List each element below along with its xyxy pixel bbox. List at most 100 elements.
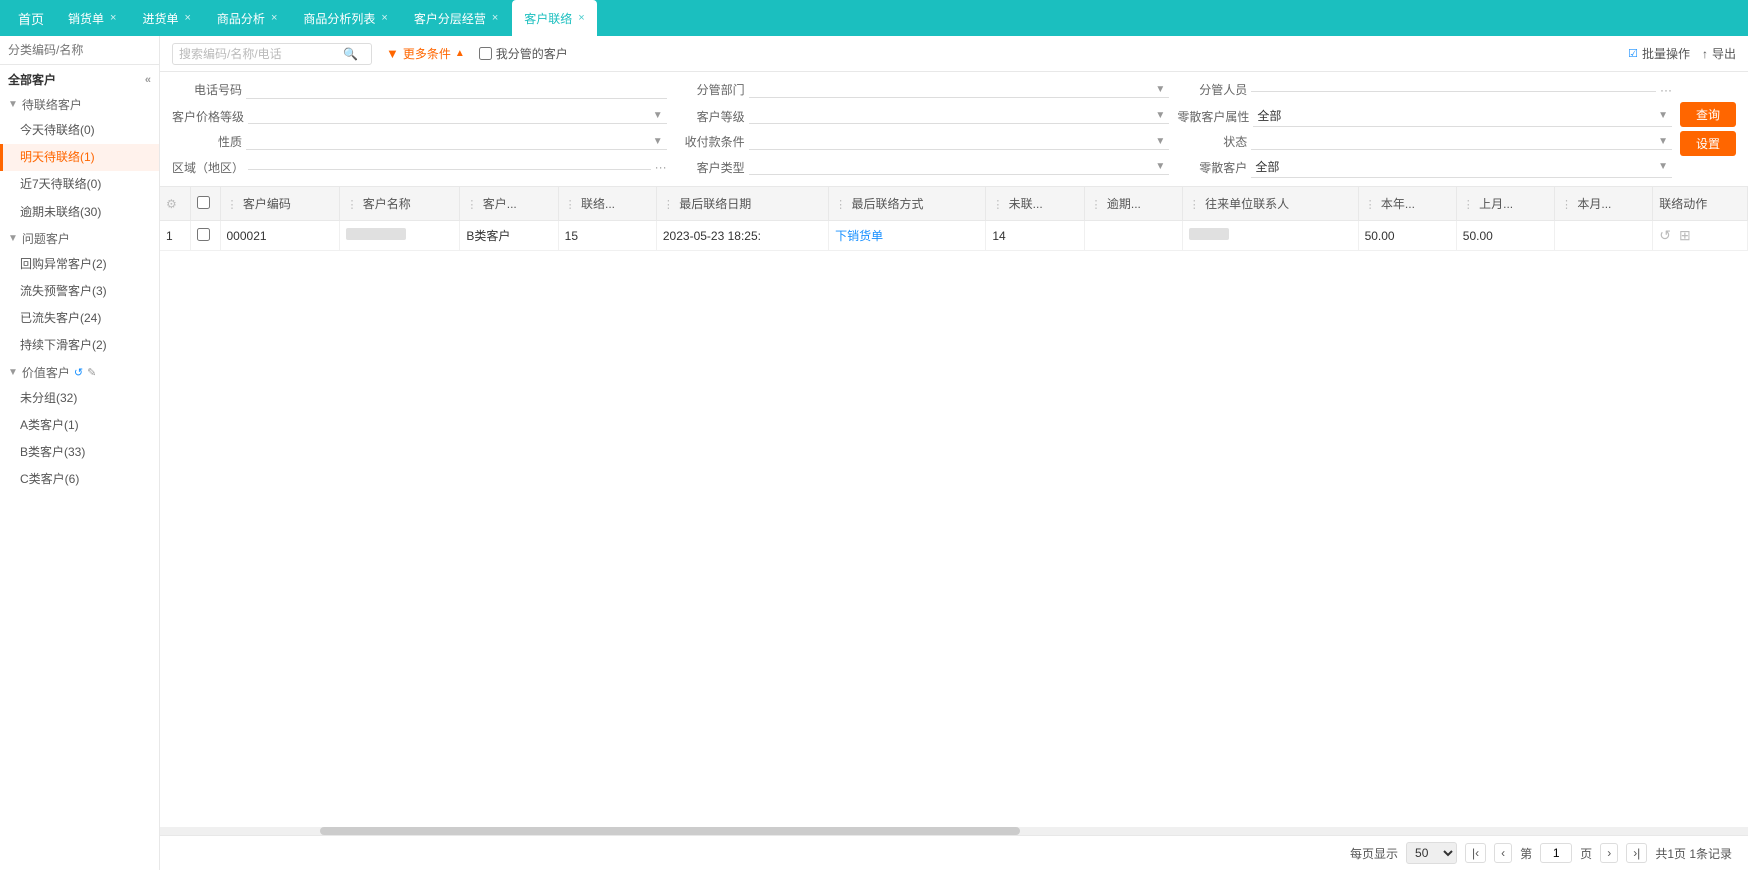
filter-label-price-level: 客户价格等级 <box>172 108 244 125</box>
filter-cell-status: 状态 ▼ <box>1177 133 1672 150</box>
filter-select-dept[interactable]: ▼ <box>749 82 1170 98</box>
content-area: 🔍 ▼ 更多条件 ▲ 我分管的客户 ☑ 批量操作 ↑ 导出 <box>160 36 1748 870</box>
sidebar-item-overdue[interactable]: 逾期未联络(30) <box>0 199 159 226</box>
table-row: 1 000021 B类客户 15 2023-05-23 18:25: 下销货单 <box>160 221 1748 251</box>
sidebar-item-tomorrow[interactable]: 明天待联络(1) <box>0 144 159 171</box>
sidebar-item-churned[interactable]: 已流失客户(24) <box>0 305 159 332</box>
filter-select-status[interactable]: ▼ <box>1251 134 1672 150</box>
col-overdue: ⋮ 逾期... <box>1084 187 1182 221</box>
close-icon[interactable]: × <box>184 12 190 24</box>
footer: 每页显示 50 100 200 |‹ ‹ 第 页 › ›| 共1页 1条记录 <box>160 835 1748 870</box>
my-customers-checkbox[interactable] <box>479 47 492 60</box>
last-method-link[interactable]: 下销货单 <box>835 229 883 243</box>
first-page-btn[interactable]: |‹ <box>1465 843 1486 863</box>
person-masked <box>1189 228 1229 240</box>
sidebar-item-a-class[interactable]: A类客户(1) <box>0 412 159 439</box>
nav-item-0[interactable]: 销货单 × <box>56 0 128 36</box>
filter-cell-region: 区域（地区） ··· <box>172 159 667 176</box>
filter-label-retail-attr: 零散客户属性 <box>1177 108 1249 125</box>
filter-label-payment: 收付款条件 <box>675 133 745 150</box>
nav-item-4[interactable]: 客户分层经营 × <box>402 0 510 36</box>
select-all-checkbox[interactable] <box>197 196 210 209</box>
last-page-btn[interactable]: ›| <box>1626 843 1647 863</box>
filter-select-nature[interactable]: ▼ <box>246 134 667 150</box>
page-number-input[interactable] <box>1540 843 1572 863</box>
close-icon[interactable]: × <box>492 12 498 24</box>
page-label: 第 <box>1520 845 1532 862</box>
col-this-month: ⋮ 本月... <box>1555 187 1653 221</box>
sidebar-item-churn-warning[interactable]: 流失预警客户(3) <box>0 278 159 305</box>
filter-label-phone: 电话号码 <box>172 81 242 98</box>
filter-panel: 电话号码 分管部门 ▼ 分管人员 <box>160 72 1748 187</box>
cell-action: ↺ ⊞ <box>1653 221 1748 251</box>
group-header-1[interactable]: ▼ 问题客户 <box>0 226 159 251</box>
filter-select-customer-level[interactable]: ▼ <box>749 108 1170 124</box>
main-layout: 🔍 全部客户 « ▼ 待联络客户 今天待联络(0) 明天待联络(1) 近7天待联… <box>0 36 1748 870</box>
sidebar-item-c-class[interactable]: C类客户(6) <box>0 466 159 493</box>
filter-label-dept: 分管部门 <box>675 81 745 98</box>
all-customers-title[interactable]: 全部客户 « <box>0 65 159 92</box>
sidebar-item-today[interactable]: 今天待联络(0) <box>0 117 159 144</box>
scrollbar-thumb[interactable] <box>320 827 1020 835</box>
col-settings: ⚙ <box>160 187 190 221</box>
close-icon[interactable]: × <box>381 12 387 24</box>
action-icons: ↺ ⊞ <box>1659 227 1741 244</box>
close-icon[interactable]: × <box>110 12 116 24</box>
toolbar-search-input[interactable] <box>179 47 339 61</box>
sidebar-item-7days[interactable]: 近7天待联络(0) <box>0 171 159 198</box>
group-header-2[interactable]: ▼ 价值客户 ↺ ✎ <box>0 360 159 385</box>
refresh-icon[interactable]: ↺ <box>74 366 83 379</box>
filter-select-cust-type[interactable]: ▼ <box>749 159 1170 175</box>
action-icon-1[interactable]: ↺ <box>1659 227 1671 244</box>
chevron-icon: ▲ <box>455 48 465 59</box>
filter-icon: ▼ <box>386 46 399 61</box>
filter-more-btn[interactable]: ▼ 更多条件 ▲ <box>380 42 471 65</box>
nav-home[interactable]: 首页 <box>8 9 54 28</box>
export-btn[interactable]: ↑ 导出 <box>1702 45 1736 62</box>
nav-item-1[interactable]: 进货单 × <box>130 0 202 36</box>
sort-icon: ⋮ <box>992 199 1003 211</box>
close-icon[interactable]: × <box>578 12 584 24</box>
nav-item-3[interactable]: 商品分析列表 × <box>291 0 399 36</box>
filter-cell-manager: 分管人员 ··· <box>1177 81 1672 98</box>
collapse-icon[interactable]: « <box>145 74 151 86</box>
nav-item-5[interactable]: 客户联络 × <box>512 0 596 36</box>
settings-icon[interactable]: ⚙ <box>166 197 177 211</box>
sidebar-item-repurchase-abnormal[interactable]: 回购异常客户(2) <box>0 251 159 278</box>
filter-label-retail-cust: 零散客户 <box>1177 159 1247 176</box>
my-customers-checkbox-area[interactable]: 我分管的客户 <box>479 45 568 62</box>
dots-icon-region[interactable]: ··· <box>655 160 667 174</box>
sidebar-item-b-class[interactable]: B类客户(33) <box>0 439 159 466</box>
nav-item-2[interactable]: 商品分析 × <box>205 0 289 36</box>
filter-input-phone[interactable] <box>246 80 667 99</box>
filter-select-payment[interactable]: ▼ <box>749 134 1170 150</box>
per-page-label: 每页显示 <box>1350 845 1398 862</box>
sidebar-item-declining[interactable]: 持续下滑客户(2) <box>0 332 159 359</box>
batch-op-btn[interactable]: ☑ 批量操作 <box>1628 45 1690 62</box>
filter-cell-payment: 收付款条件 ▼ <box>675 133 1170 150</box>
cell-this-month <box>1555 221 1653 251</box>
sidebar-item-ungrouped[interactable]: 未分组(32) <box>0 385 159 412</box>
filter-select-retail-cust[interactable]: 全部 ▼ <box>1251 156 1672 178</box>
edit-icon[interactable]: ✎ <box>87 366 96 379</box>
close-icon[interactable]: × <box>271 12 277 24</box>
next-page-btn[interactable]: › <box>1600 843 1618 863</box>
filter-select-price-level[interactable]: ▼ <box>248 108 667 124</box>
group-header-0[interactable]: ▼ 待联络客户 <box>0 92 159 117</box>
per-page-select[interactable]: 50 100 200 <box>1406 842 1457 864</box>
row-checkbox[interactable] <box>197 228 210 241</box>
filter-select-retail-attr[interactable]: 全部 ▼ <box>1253 105 1672 127</box>
col-last-method: ⋮ 最后联络方式 <box>829 187 986 221</box>
filter-label-customer-level: 客户等级 <box>675 108 745 125</box>
sidebar-search-input[interactable] <box>8 43 160 57</box>
query-button[interactable]: 查询 <box>1680 102 1736 127</box>
prev-page-btn[interactable]: ‹ <box>1494 843 1512 863</box>
horizontal-scrollbar[interactable] <box>160 827 1748 835</box>
filter-row-4: 区域（地区） ··· 客户类型 ▼ 零散客户 <box>172 156 1672 178</box>
dots-icon-manager[interactable]: ··· <box>1660 83 1672 97</box>
action-icon-2[interactable]: ⊞ <box>1679 227 1691 244</box>
arrow-icon: ▼ <box>8 233 18 244</box>
search-icon[interactable]: 🔍 <box>343 47 358 61</box>
top-nav: 首页 销货单 × 进货单 × 商品分析 × 商品分析列表 × 客户分层经营 × … <box>0 0 1748 36</box>
reset-button[interactable]: 设置 <box>1680 131 1736 156</box>
